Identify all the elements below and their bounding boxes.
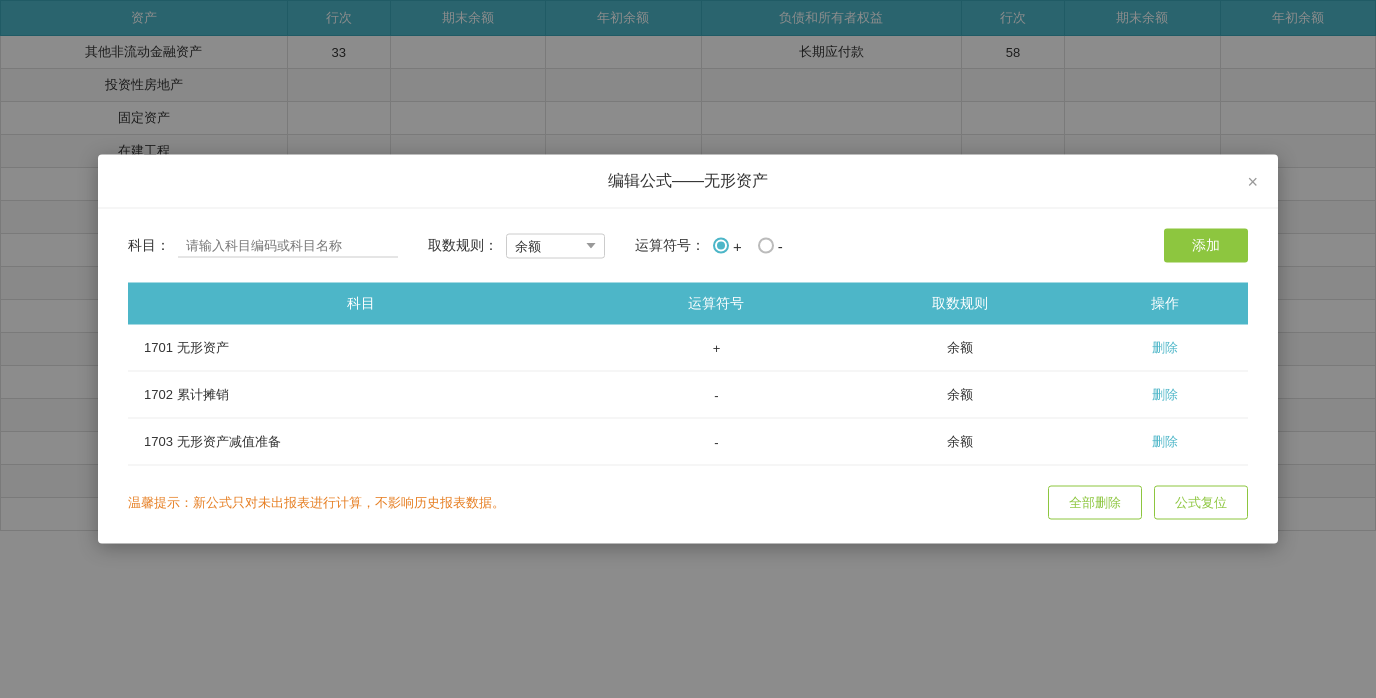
row3-rule: 余额 [838,418,1082,465]
delete-all-button[interactable]: 全部删除 [1048,486,1142,520]
table-row: 1702 累计摊销 - 余额 删除 [128,371,1248,418]
row1-operator: + [595,325,839,372]
modal-header: 编辑公式——无形资产 × [98,155,1278,209]
row2-subject: 1702 累计摊销 [128,371,595,418]
radio-plus[interactable]: + [713,237,742,254]
add-button[interactable]: 添加 [1164,229,1248,263]
form-row: 科目： 取数规则： 余额 借方 贷方 借方发生额 贷方发生额 运算符号： + [98,209,1278,283]
rule-select[interactable]: 余额 借方 贷方 借方发生额 贷方发生额 [506,233,605,258]
delete-button-1[interactable]: 删除 [1152,339,1178,357]
edit-formula-modal: 编辑公式——无形资产 × 科目： 取数规则： 余额 借方 贷方 借方发生额 贷方… [98,155,1278,544]
subject-input[interactable] [178,234,398,258]
row2-operator: - [595,371,839,418]
operator-group: 运算符号： + - [635,237,783,255]
subject-label: 科目： [128,237,170,255]
row2-action: 删除 [1082,371,1248,418]
footer-actions: 全部删除 公式复位 [1048,486,1248,520]
radio-plus-circle [713,238,729,254]
row3-operator: - [595,418,839,465]
data-table-wrap: 科目 运算符号 取数规则 操作 1701 无形资产 + 余额 删除 1702 累… [98,283,1278,466]
radio-group: + - [713,237,783,254]
rule-label: 取数规则： [428,237,498,255]
reset-formula-button[interactable]: 公式复位 [1154,486,1248,520]
row2-rule: 余额 [838,371,1082,418]
data-table: 科目 运算符号 取数规则 操作 1701 无形资产 + 余额 删除 1702 累… [128,283,1248,466]
subject-group: 科目： [128,234,398,258]
delete-button-3[interactable]: 删除 [1152,433,1178,451]
operator-label: 运算符号： [635,237,705,255]
modal-title: 编辑公式——无形资产 [608,171,768,192]
row3-action: 删除 [1082,418,1248,465]
radio-minus-circle [758,238,774,254]
col-rule: 取数规则 [838,283,1082,325]
col-action: 操作 [1082,283,1248,325]
col-subject: 科目 [128,283,595,325]
delete-button-2[interactable]: 删除 [1152,386,1178,404]
radio-minus-label: - [778,237,783,254]
row1-subject: 1701 无形资产 [128,325,595,372]
row3-subject: 1703 无形资产减值准备 [128,418,595,465]
radio-minus[interactable]: - [758,237,783,254]
rule-group: 取数规则： 余额 借方 贷方 借方发生额 贷方发生额 [428,233,605,258]
modal-footer: 温馨提示：新公式只对未出报表进行计算，不影响历史报表数据。 全部删除 公式复位 [98,466,1278,520]
close-button[interactable]: × [1247,172,1258,190]
radio-plus-label: + [733,237,742,254]
table-header-row: 科目 运算符号 取数规则 操作 [128,283,1248,325]
footer-tip: 温馨提示：新公式只对未出报表进行计算，不影响历史报表数据。 [128,494,505,512]
table-row: 1703 无形资产减值准备 - 余额 删除 [128,418,1248,465]
row1-rule: 余额 [838,325,1082,372]
rule-select-wrap: 余额 借方 贷方 借方发生额 贷方发生额 [506,233,605,258]
row1-action: 删除 [1082,325,1248,372]
col-operator: 运算符号 [595,283,839,325]
table-row: 1701 无形资产 + 余额 删除 [128,325,1248,372]
